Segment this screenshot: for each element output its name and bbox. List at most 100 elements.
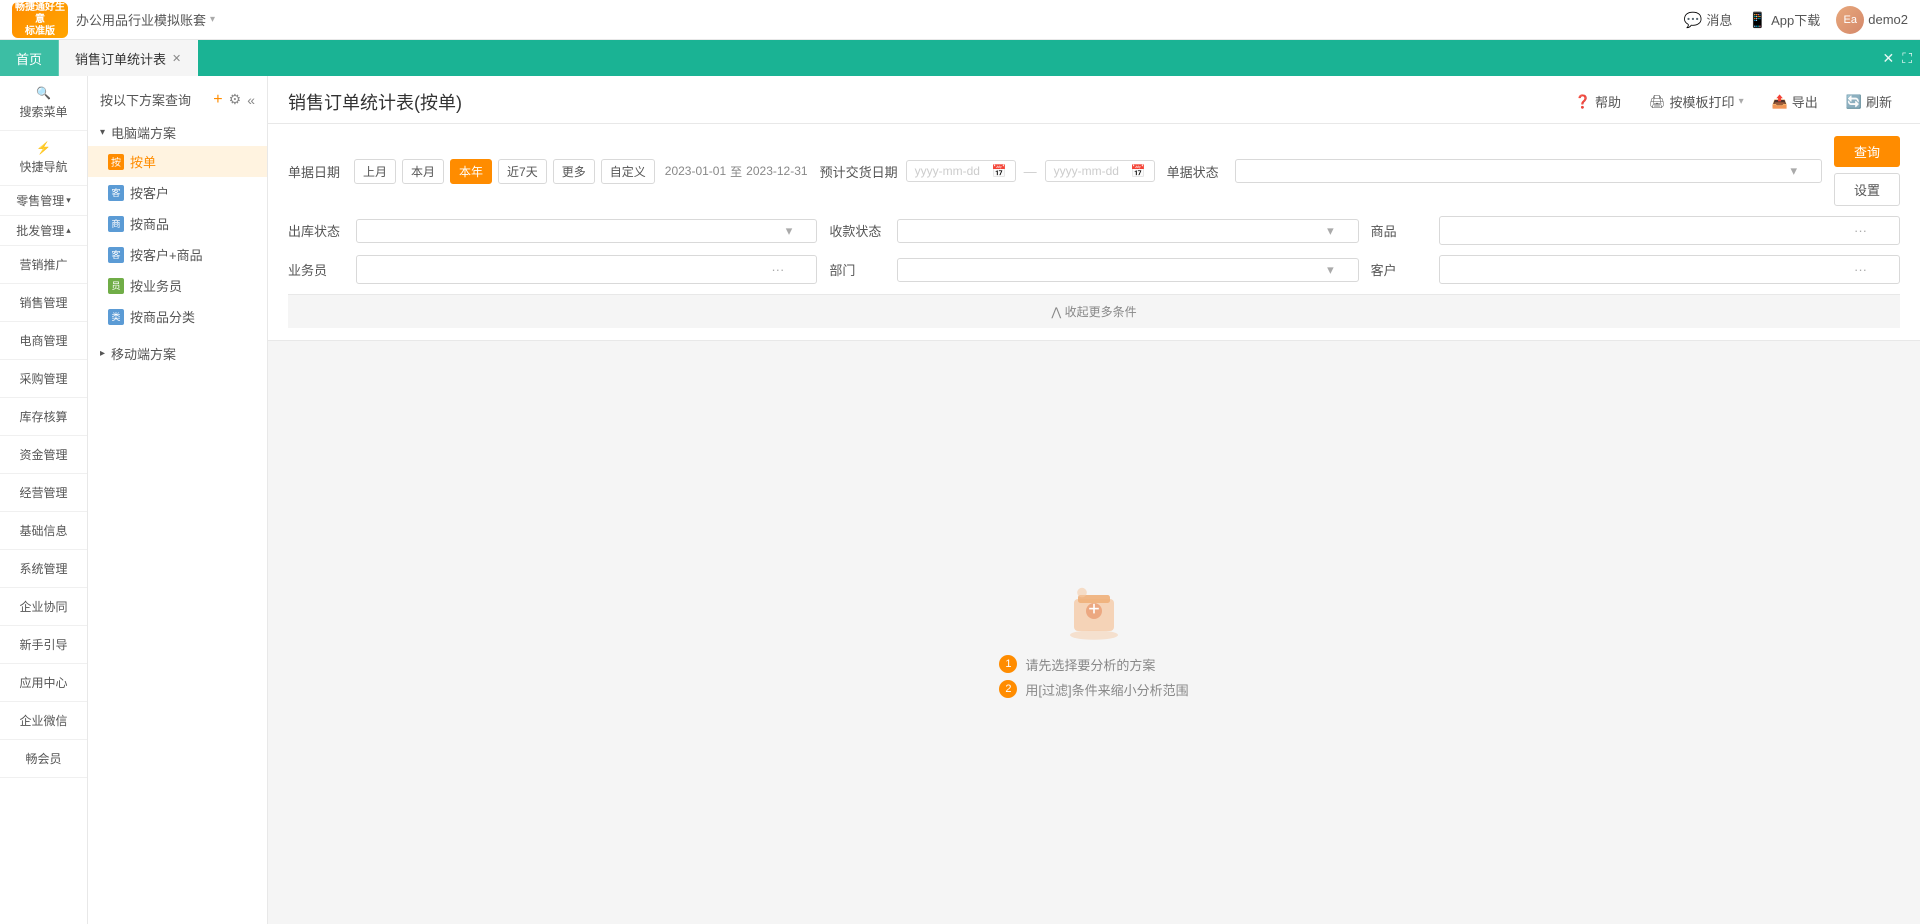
collapse-filter-btn[interactable]: ⋀ 收起更多条件 [288,294,1900,328]
refresh-icon: 🔄 [1846,94,1862,110]
empty-illustration [1054,567,1134,647]
template-print-btn[interactable]: 🖨 按模板打印 ▾ [1641,88,1752,115]
scheme-item-by-salesperson[interactable]: 员 按业务员 [88,270,267,301]
tip-1-text: 请先选择要分析的方案 [1025,655,1155,674]
tabbar-actions: ✕ ⛶ [1882,50,1920,67]
scheme-item-by-goods-category[interactable]: 类 按商品分类 [88,301,267,332]
date-btn-last-month[interactable]: 上月 [354,159,396,184]
tab-home[interactable]: 首页 [0,40,59,76]
sidebar-item-corpwechat[interactable]: 企业微信 [0,702,87,740]
mobile-schemes-title[interactable]: ▸ 移动端方案 [88,340,267,367]
sidebar-item-wholesale[interactable]: 批发管理 ▴ [0,216,87,246]
tab-close-icon[interactable]: ✕ [172,52,181,65]
sidebar-item-basic[interactable]: 基础信息 [0,512,87,550]
status-section: 单据状态 ▾ [1167,159,1822,183]
export-icon: 📤 [1772,94,1788,110]
tab-maximize-icon[interactable]: ⛶ [1902,50,1912,67]
sidebar-item-newbie[interactable]: 新手引导 [0,626,87,664]
goods-more-icon[interactable]: ··· [1846,220,1875,241]
date-btn-more[interactable]: 更多 [553,159,595,184]
topbar-right: 💬 消息 📱 App下载 Ea demo2 [1684,6,1908,34]
delivery-status-label: 出库状态 [288,221,348,240]
sidebar-item-sales[interactable]: 销售管理 [0,284,87,322]
topbar: 畅捷通好生意 标准版 办公用品行业模拟账套 ▾ 💬 消息 📱 App下载 Ea … [0,0,1920,40]
sidebar-item-system[interactable]: 系统管理 [0,550,87,588]
expected-date-section: 预计交货日期 yyyy-mm-dd 📅 — yyyy-mm-dd 📅 [820,160,1155,182]
app-title-dropdown[interactable]: 办公用品行业模拟账套 ▾ [76,10,215,29]
date-btn-this-year[interactable]: 本年 [450,159,492,184]
customer-more-icon[interactable]: ··· [1846,259,1875,280]
date-btn-7days[interactable]: 近7天 [498,159,547,184]
salesperson-more-icon[interactable]: ··· [763,259,792,280]
sidebar-item-appcenter[interactable]: 应用中心 [0,664,87,702]
user-profile-btn[interactable]: Ea demo2 [1836,6,1908,34]
salesperson-section: 业务员 ··· [288,255,817,284]
message-btn[interactable]: 💬 消息 [1684,10,1733,29]
sidebar-item-retail[interactable]: 零售管理 ▾ [0,186,87,216]
page-header: 销售订单统计表(按单) ❓ 帮助 🖨 按模板打印 ▾ 📤 导出 [268,76,1920,124]
export-btn[interactable]: 📤 导出 [1764,88,1826,115]
add-scheme-btn[interactable]: + [213,91,222,109]
left-panel-header: 按以下方案查询 + ⚙ « [88,84,267,115]
scheme-item-by-goods[interactable]: 商 按商品 [88,208,267,239]
scheme-settings-btn[interactable]: ⚙ [229,91,242,108]
sidebar-item-operations[interactable]: 经营管理 [0,474,87,512]
empty-tip-2: 2 用[过滤]条件来缩小分析范围 [999,680,1188,699]
pc-schemes-section: ▾ 电脑端方案 按 按单 客 按客户 商 [88,115,267,336]
wholesale-chevron-icon: ▴ [66,225,71,236]
collapse-panel-btn[interactable]: « [247,92,255,108]
scheme-item-by-order[interactable]: 按 按单 [88,146,267,177]
tip-2-text: 用[过滤]条件来缩小分析范围 [1025,680,1188,699]
query-btn[interactable]: 查询 [1834,136,1900,167]
delivery-chevron-icon: ▾ [786,223,793,239]
left-panel-title: 按以下方案查询 [100,90,191,109]
pc-schemes-title[interactable]: ▾ 电脑端方案 [88,119,267,146]
page-actions: ❓ 帮助 🖨 按模板打印 ▾ 📤 导出 🔄 刷新 [1567,88,1900,115]
sidebar-item-ecommerce[interactable]: 电商管理 [0,322,87,360]
salesperson-label: 业务员 [288,260,348,279]
sidebar-search[interactable]: 🔍 搜索菜单 [0,76,87,131]
department-chevron-icon: ▾ [1327,262,1334,278]
sidebar-item-vip[interactable]: 畅会员 [0,740,87,778]
expected-date-end-input[interactable]: yyyy-mm-dd 📅 [1045,160,1155,182]
date-btn-this-month[interactable]: 本月 [402,159,444,184]
scheme-by-goods-category-icon: 类 [108,309,124,325]
goods-input[interactable]: ··· [1439,216,1900,245]
delivery-status-section: 出库状态 ▾ [288,219,817,243]
sidebar-item-enterprise[interactable]: 企业协同 [0,588,87,626]
app-title: 办公用品行业模拟账套 [76,10,206,29]
logo: 畅捷通好生意 标准版 [12,2,68,38]
salesperson-input[interactable]: ··· [356,255,817,284]
home-tab-label: 首页 [16,49,42,68]
sidebar-item-marketing[interactable]: 营销推广 [0,246,87,284]
payment-status-section: 收款状态 ▾ [829,219,1358,243]
filter-row-1: 单据日期 上月 本月 本年 近7天 更多 自定义 2023-01-01 至 [288,136,1900,206]
app-download-btn[interactable]: 📱 App下载 [1748,10,1820,29]
date-label: 单据日期 [288,162,348,181]
date-btn-custom[interactable]: 自定义 [601,159,655,184]
refresh-btn[interactable]: 🔄 刷新 [1838,88,1900,115]
scheme-item-by-customer-goods[interactable]: 客 按客户+商品 [88,239,267,270]
retail-chevron-icon: ▾ [66,195,71,206]
payment-status-label: 收款状态 [829,221,889,240]
department-select[interactable]: ▾ [897,258,1358,282]
status-select[interactable]: ▾ [1235,159,1822,183]
sidebar-item-purchase[interactable]: 采购管理 [0,360,87,398]
scheme-item-by-customer[interactable]: 客 按客户 [88,177,267,208]
expected-date-start-input[interactable]: yyyy-mm-dd 📅 [906,160,1016,182]
date-range-display: 2023-01-01 至 2023-12-31 [665,163,808,180]
sidebar-quick-nav[interactable]: ⚡ 快捷导航 [0,131,87,186]
delivery-status-select[interactable]: ▾ [356,219,817,243]
print-chevron-icon: ▾ [1739,96,1744,107]
sidebar-item-inventory[interactable]: 库存核算 [0,398,87,436]
sidebar-item-finance[interactable]: 资金管理 [0,436,87,474]
customer-input[interactable]: ··· [1439,255,1900,284]
tab-close-window-icon[interactable]: ✕ [1882,50,1894,67]
tab-sales-order-stat[interactable]: 销售订单统计表 ✕ [59,40,198,76]
payment-status-select[interactable]: ▾ [897,219,1358,243]
calendar-end-icon: 📅 [1131,164,1146,178]
setting-btn[interactable]: 设置 [1834,173,1900,206]
calendar-start-icon: 📅 [992,164,1007,178]
help-btn[interactable]: ❓ 帮助 [1567,88,1629,115]
department-label: 部门 [829,260,889,279]
